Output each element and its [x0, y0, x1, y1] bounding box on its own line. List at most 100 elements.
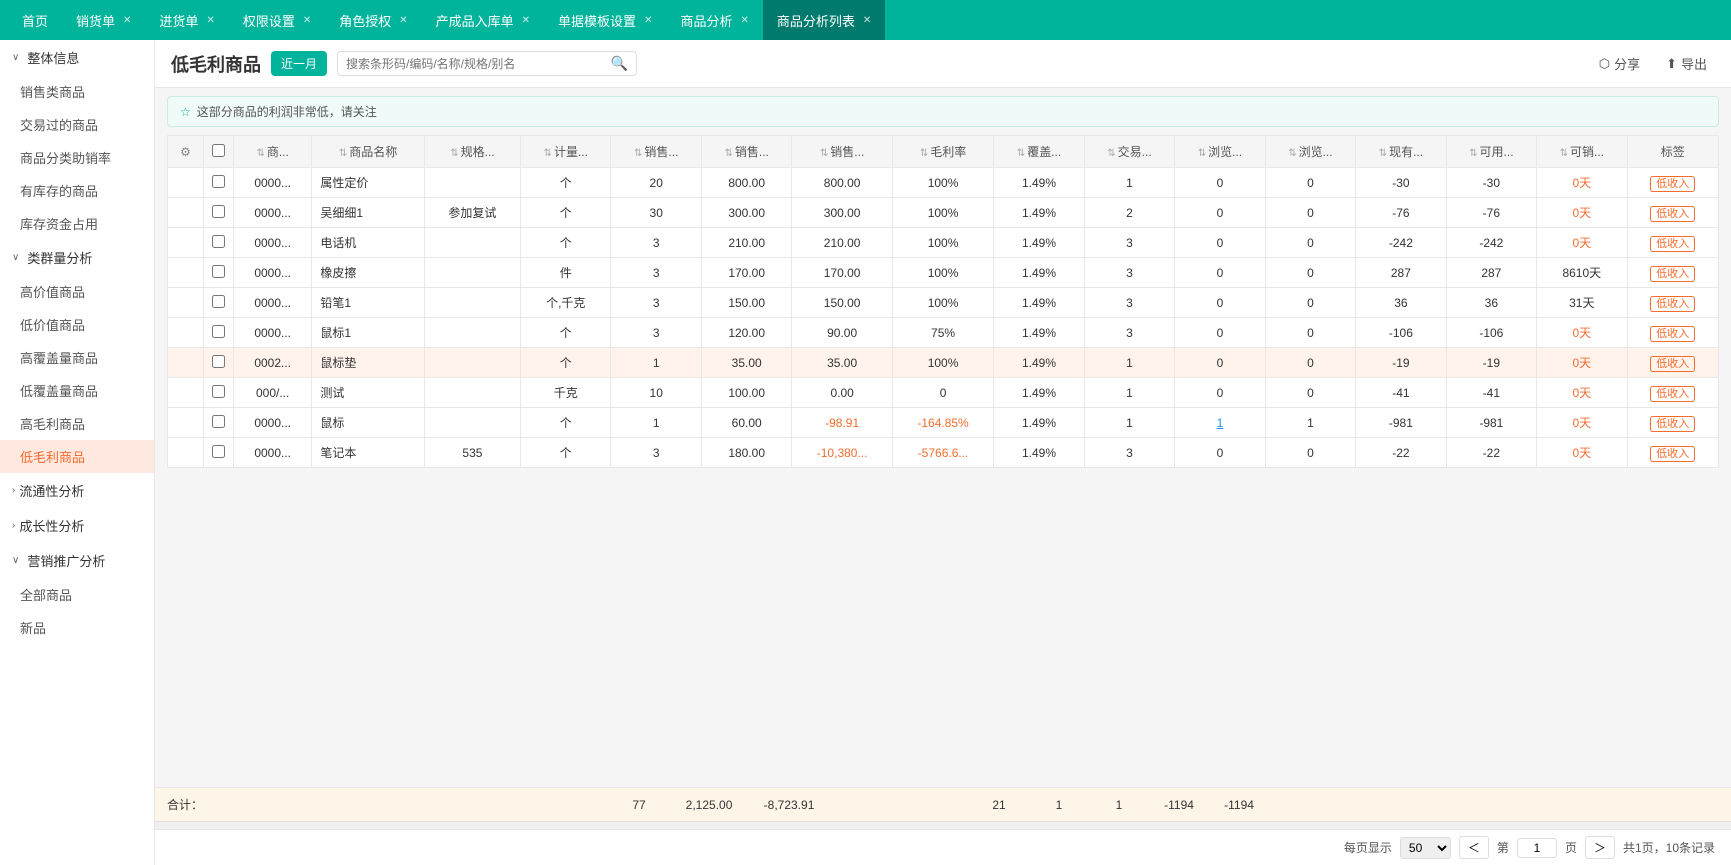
sidebar-item-capital[interactable]: 库存资金占用	[0, 207, 154, 240]
collapse-icon[interactable]: ∨	[12, 52, 19, 63]
close-icon[interactable]: ✕	[399, 15, 407, 26]
close-icon[interactable]: ✕	[123, 15, 131, 26]
cell-name[interactable]: 笔记本	[312, 438, 425, 468]
search-input[interactable]	[346, 57, 611, 71]
sort-icon[interactable]: ⇅	[1107, 148, 1115, 159]
sort-icon[interactable]: ⇅	[634, 148, 642, 159]
sort-icon[interactable]: ⇅	[1288, 148, 1296, 159]
sort-icon[interactable]: ⇅	[450, 148, 458, 159]
row-checkbox[interactable]	[212, 295, 225, 308]
row-checkbox[interactable]	[212, 205, 225, 218]
col-sales-qty[interactable]: ⇅销售...	[611, 136, 701, 168]
sort-icon[interactable]: ⇅	[1379, 148, 1387, 159]
search-icon[interactable]: 🔍	[611, 55, 628, 72]
row-checkbox[interactable]	[212, 445, 225, 458]
sort-icon[interactable]: ⇅	[1198, 148, 1206, 159]
sort-icon[interactable]: ⇅	[1469, 148, 1477, 159]
row-checkbox[interactable]	[212, 235, 225, 248]
sort-icon[interactable]: ⇅	[1017, 148, 1025, 159]
collapse-icon[interactable]: ∨	[12, 555, 19, 566]
col-spec[interactable]: ⇅规格...	[424, 136, 520, 168]
sidebar-item-all-goods[interactable]: 全部商品	[0, 578, 154, 611]
cell-check[interactable]	[204, 198, 234, 228]
sidebar-item-traded-goods[interactable]: 交易过的商品	[0, 108, 154, 141]
cell-check[interactable]	[204, 288, 234, 318]
export-button[interactable]: ⬆ 导出	[1658, 50, 1715, 77]
sort-icon[interactable]: ⇅	[724, 148, 732, 159]
col-gross-rate[interactable]: ⇅毛利率	[892, 136, 993, 168]
close-icon[interactable]: ✕	[863, 15, 871, 26]
nav-roles[interactable]: 角色授权 ✕	[325, 0, 421, 40]
cell-name[interactable]: 电话机	[312, 228, 425, 258]
sidebar-group-cluster[interactable]: ∨ 类群量分析	[0, 240, 154, 275]
cell-browse1[interactable]: 1	[1175, 408, 1265, 438]
horizontal-scrollbar[interactable]	[155, 821, 1731, 829]
cell-check[interactable]	[204, 438, 234, 468]
cell-name[interactable]: 鼠标1	[312, 318, 425, 348]
sort-icon[interactable]: ⇅	[1560, 148, 1568, 159]
cell-name[interactable]: 测试	[312, 378, 425, 408]
close-icon[interactable]: ✕	[206, 15, 214, 26]
sort-icon[interactable]: ⇅	[544, 148, 552, 159]
col-browse1[interactable]: ⇅浏览...	[1175, 136, 1265, 168]
sidebar-group-liquidity[interactable]: › 流通性分析	[0, 473, 154, 508]
nav-product-analysis[interactable]: 商品分析 ✕	[666, 0, 762, 40]
sidebar-group-marketing[interactable]: ∨ 营销推广分析	[0, 543, 154, 578]
cell-name[interactable]: 鼠标垫	[312, 348, 425, 378]
nav-permissions[interactable]: 权限设置 ✕	[229, 0, 325, 40]
cell-check[interactable]	[204, 348, 234, 378]
col-cover-rate[interactable]: ⇅覆盖...	[994, 136, 1084, 168]
col-settings[interactable]: ⚙	[168, 136, 204, 168]
row-checkbox[interactable]	[212, 385, 225, 398]
cell-check[interactable]	[204, 408, 234, 438]
cell-check[interactable]	[204, 378, 234, 408]
row-checkbox[interactable]	[212, 265, 225, 278]
cell-check[interactable]	[204, 228, 234, 258]
sidebar-item-high-coverage[interactable]: 高覆盖量商品	[0, 341, 154, 374]
cell-name[interactable]: 橡皮擦	[312, 258, 425, 288]
sidebar-item-category-rate[interactable]: 商品分类助销率	[0, 141, 154, 174]
sidebar-item-high-margin[interactable]: 高毛利商品	[0, 407, 154, 440]
col-stock-now[interactable]: ⇅现有...	[1356, 136, 1446, 168]
cell-check[interactable]	[204, 258, 234, 288]
sidebar-group-growth[interactable]: › 成长性分析	[0, 508, 154, 543]
cell-name[interactable]: 鼠标	[312, 408, 425, 438]
col-available[interactable]: ⇅可用...	[1446, 136, 1536, 168]
col-name[interactable]: ⇅商品名称	[312, 136, 425, 168]
col-tag[interactable]: 标签	[1627, 136, 1718, 168]
cell-check[interactable]	[204, 318, 234, 348]
sidebar-item-low-value[interactable]: 低价值商品	[0, 308, 154, 341]
close-icon[interactable]: ✕	[644, 15, 652, 26]
sidebar-item-sales-goods[interactable]: 销售类商品	[0, 75, 154, 108]
nav-product-analysis-list[interactable]: 商品分析列表 ✕	[763, 0, 885, 40]
col-trade[interactable]: ⇅交易...	[1084, 136, 1174, 168]
sort-icon[interactable]: ⇅	[920, 148, 928, 159]
col-unit[interactable]: ⇅计量...	[521, 136, 611, 168]
expand-icon[interactable]: ›	[12, 485, 15, 496]
sidebar-item-in-stock[interactable]: 有库存的商品	[0, 174, 154, 207]
sidebar-item-high-value[interactable]: 高价值商品	[0, 275, 154, 308]
share-button[interactable]: ⬡ 分享	[1591, 50, 1648, 77]
nav-sales[interactable]: 销货单 ✕	[62, 0, 145, 40]
cell-name[interactable]: 吴细细1	[312, 198, 425, 228]
col-code[interactable]: ⇅商...	[234, 136, 312, 168]
cell-name[interactable]: 属性定价	[312, 168, 425, 198]
date-filter-button[interactable]: 近一月	[271, 51, 327, 76]
cell-name[interactable]: 铅笔1	[312, 288, 425, 318]
next-page-button[interactable]: ＞	[1585, 836, 1615, 859]
col-saleable[interactable]: ⇅可销...	[1537, 136, 1627, 168]
sort-icon[interactable]: ⇅	[339, 148, 347, 159]
close-icon[interactable]: ✕	[740, 15, 748, 26]
close-icon[interactable]: ✕	[303, 15, 311, 26]
select-all-checkbox[interactable]	[212, 144, 225, 157]
nav-home[interactable]: 首页	[8, 0, 62, 40]
sidebar-item-new-goods[interactable]: 新品	[0, 611, 154, 644]
cell-check[interactable]	[204, 168, 234, 198]
nav-purchase[interactable]: 进货单 ✕	[145, 0, 228, 40]
col-sales-price[interactable]: ⇅销售...	[701, 136, 791, 168]
nav-product-inbound[interactable]: 产成品入库单 ✕	[422, 0, 544, 40]
row-checkbox[interactable]	[212, 325, 225, 338]
sidebar-item-low-coverage[interactable]: 低覆盖量商品	[0, 374, 154, 407]
collapse-icon[interactable]: ∨	[12, 252, 19, 263]
col-check[interactable]	[204, 136, 234, 168]
